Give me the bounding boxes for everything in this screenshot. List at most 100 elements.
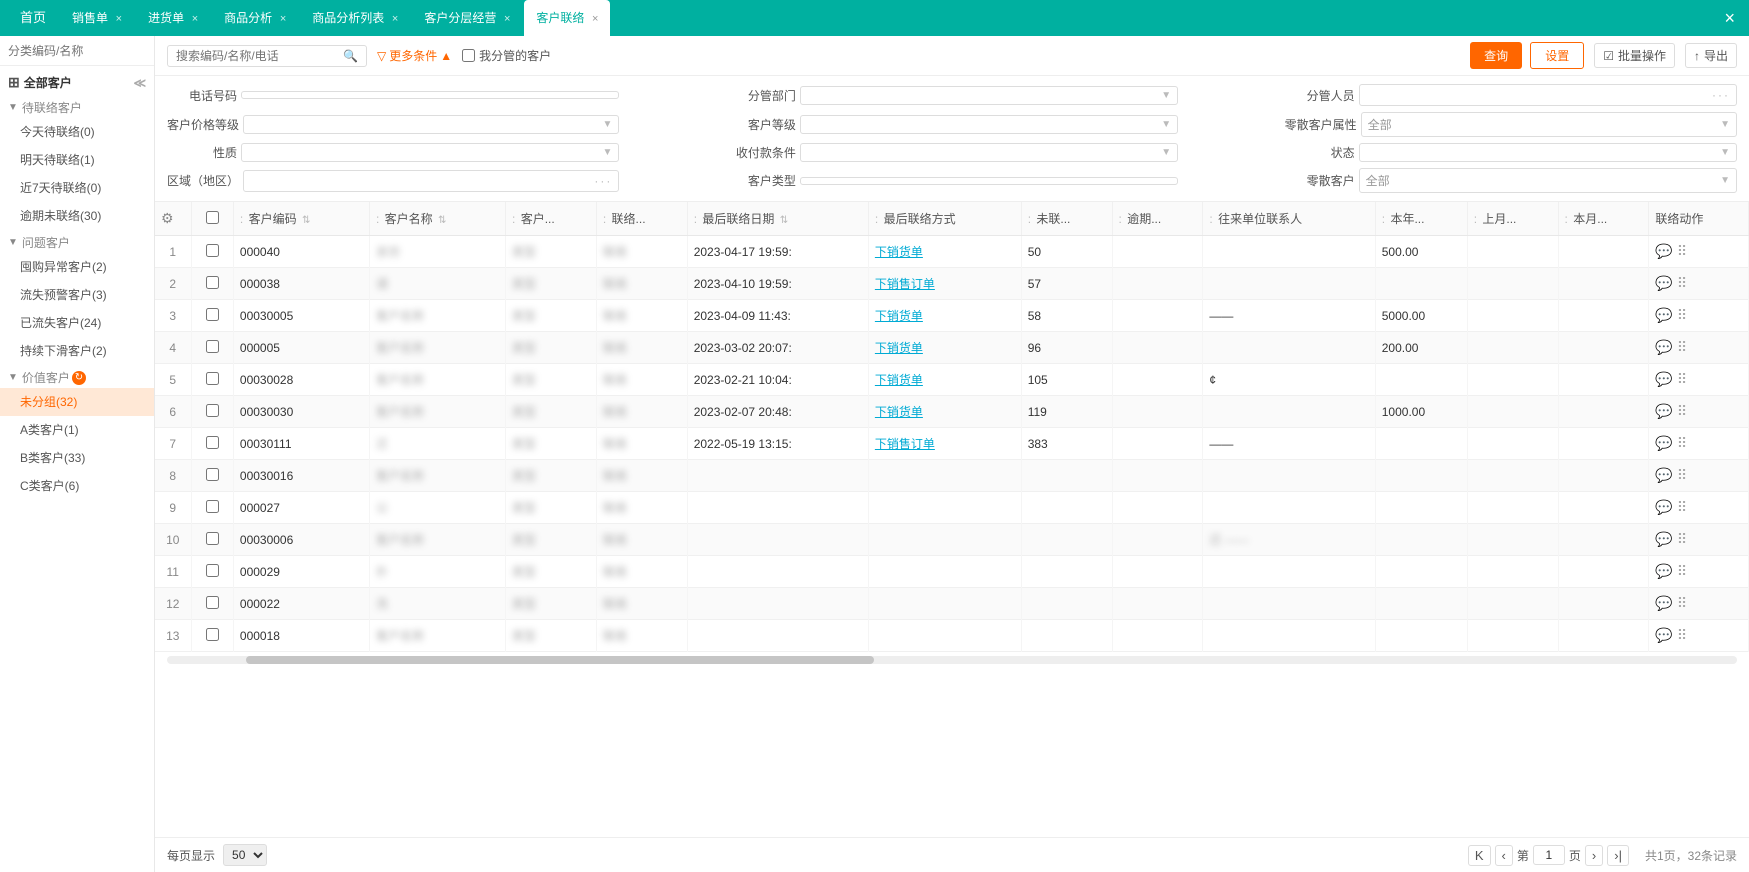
first-page-button[interactable]: K bbox=[1468, 845, 1491, 866]
sidebar-item-today-pending[interactable]: 今天待联络(0) bbox=[0, 118, 154, 146]
row-checkbox[interactable] bbox=[206, 500, 219, 513]
sidebar-search-input[interactable] bbox=[8, 44, 155, 58]
more-icon-2[interactable]: ··· bbox=[594, 174, 612, 188]
contact-action-icon[interactable]: 💬 bbox=[1655, 563, 1672, 580]
contact-action-icon[interactable]: 💬 bbox=[1655, 403, 1672, 420]
row-checkbox[interactable] bbox=[206, 340, 219, 353]
row-checkbox[interactable] bbox=[206, 244, 219, 257]
more-action-icon[interactable]: ⠿ bbox=[1677, 403, 1687, 420]
filter-customer-type-select[interactable] bbox=[800, 177, 1178, 185]
row-checkbox[interactable] bbox=[206, 308, 219, 321]
prev-page-button[interactable]: ‹ bbox=[1495, 845, 1513, 866]
last-way-link[interactable]: 下销售订单 bbox=[875, 437, 935, 451]
nav-customer-contact[interactable]: 客户联络 × bbox=[524, 0, 610, 36]
more-action-icon[interactable]: ⠿ bbox=[1677, 435, 1687, 452]
sidebar-item-lost-customers[interactable]: 已流失客户(24) bbox=[0, 309, 154, 337]
sidebar-item-tomorrow-pending[interactable]: 明天待联络(1) bbox=[0, 146, 154, 174]
group-value-customers[interactable]: ▼ 价值客户 ↻ bbox=[0, 365, 154, 388]
more-action-icon[interactable]: ⠿ bbox=[1677, 371, 1687, 388]
sidebar-item-ungrouped[interactable]: 未分组(32) bbox=[0, 388, 154, 416]
more-action-icon[interactable]: ⠿ bbox=[1677, 275, 1687, 292]
last-way-link[interactable]: 下销货单 bbox=[875, 309, 923, 323]
contact-action-icon[interactable]: 💬 bbox=[1655, 435, 1672, 452]
contact-action-icon[interactable]: 💬 bbox=[1655, 243, 1672, 260]
contact-action-icon[interactable]: 💬 bbox=[1655, 531, 1672, 548]
my-customers-check[interactable] bbox=[462, 49, 475, 62]
row-checkbox[interactable] bbox=[206, 564, 219, 577]
last-way-link[interactable]: 下销货单 bbox=[875, 341, 923, 355]
filter-phone-input[interactable] bbox=[241, 91, 619, 99]
contact-action-icon[interactable]: 💬 bbox=[1655, 339, 1672, 356]
contact-action-icon[interactable]: 💬 bbox=[1655, 467, 1672, 484]
row-checkbox[interactable] bbox=[206, 532, 219, 545]
more-action-icon[interactable]: ⠿ bbox=[1677, 243, 1687, 260]
filter-customer-tier-select[interactable]: ▼ bbox=[800, 115, 1178, 134]
more-action-icon[interactable]: ⠿ bbox=[1677, 307, 1687, 324]
page-input[interactable] bbox=[1533, 845, 1565, 865]
contact-action-icon[interactable]: 💬 bbox=[1655, 275, 1672, 292]
group-problem-customers[interactable]: ▼ 问题客户 bbox=[0, 230, 154, 253]
per-page-select[interactable]: 50 bbox=[223, 844, 267, 866]
refresh-icon[interactable]: ↻ bbox=[72, 371, 86, 385]
nav-product-list[interactable]: 商品分析列表 × bbox=[300, 0, 410, 36]
select-all-checkbox[interactable] bbox=[206, 211, 219, 224]
sidebar-item-abnormal-stock[interactable]: 囤购异常客户(2) bbox=[0, 253, 154, 281]
filter-retail-attr-select[interactable]: 全部 ▼ bbox=[1361, 112, 1737, 137]
nav-home[interactable]: 首页 bbox=[8, 0, 58, 36]
all-customers-header[interactable]: ⊞ 全部客户 ≪ bbox=[0, 66, 154, 95]
reset-button[interactable]: 设置 bbox=[1530, 42, 1584, 69]
last-way-link[interactable]: 下销售订单 bbox=[875, 277, 935, 291]
sidebar-item-class-a[interactable]: A类客户(1) bbox=[0, 416, 154, 444]
sidebar-item-class-c[interactable]: C类客户(6) bbox=[0, 472, 154, 500]
more-action-icon[interactable]: ⠿ bbox=[1677, 499, 1687, 516]
export-button[interactable]: ↑ 导出 bbox=[1685, 43, 1737, 68]
filter-nature-select[interactable]: ▼ bbox=[241, 143, 619, 162]
close-customer-contact-tab[interactable]: × bbox=[592, 13, 598, 25]
batch-ops-button[interactable]: ☑ 批量操作 bbox=[1594, 43, 1675, 68]
sidebar-item-class-b[interactable]: B类客户(33) bbox=[0, 444, 154, 472]
filter-region-select[interactable]: ··· bbox=[243, 170, 619, 192]
row-checkbox[interactable] bbox=[206, 468, 219, 481]
contact-action-icon[interactable]: 💬 bbox=[1655, 627, 1672, 644]
search-input[interactable] bbox=[176, 49, 343, 63]
next-page-button[interactable]: › bbox=[1585, 845, 1603, 866]
search-icon[interactable]: 🔍 bbox=[343, 49, 358, 63]
filter-price-tier-select[interactable]: ▼ bbox=[243, 115, 619, 134]
sort-icon[interactable]: ⇅ bbox=[302, 215, 310, 226]
contact-action-icon[interactable]: 💬 bbox=[1655, 371, 1672, 388]
last-way-link[interactable]: 下销货单 bbox=[875, 373, 923, 387]
filter-manager-select[interactable]: ··· bbox=[1359, 84, 1737, 106]
more-action-icon[interactable]: ⠿ bbox=[1677, 595, 1687, 612]
group-pending-contact[interactable]: ▼ 待联络客户 bbox=[0, 95, 154, 118]
contact-action-icon[interactable]: 💬 bbox=[1655, 307, 1672, 324]
more-action-icon[interactable]: ⠿ bbox=[1677, 339, 1687, 356]
sidebar-item-7days-pending[interactable]: 近7天待联络(0) bbox=[0, 174, 154, 202]
row-checkbox[interactable] bbox=[206, 372, 219, 385]
last-way-link[interactable]: 下销货单 bbox=[875, 245, 923, 259]
sidebar-item-declining[interactable]: 持续下滑客户(2) bbox=[0, 337, 154, 365]
my-customers-checkbox[interactable]: 我分管的客户 bbox=[462, 47, 551, 64]
filter-payment-select[interactable]: ▼ bbox=[800, 143, 1178, 162]
more-action-icon[interactable]: ⠿ bbox=[1677, 563, 1687, 580]
row-checkbox[interactable] bbox=[206, 596, 219, 609]
collapse-sidebar-icon[interactable]: ≪ bbox=[133, 76, 146, 90]
more-conditions-btn[interactable]: ▽ 更多条件 ▲ bbox=[377, 47, 452, 64]
sidebar-item-overdue-pending[interactable]: 逾期未联络(30) bbox=[0, 202, 154, 230]
last-page-button[interactable]: ›| bbox=[1607, 845, 1629, 866]
sidebar-item-loss-warning[interactable]: 流失预警客户(3) bbox=[0, 281, 154, 309]
filter-dept-select[interactable]: ▼ bbox=[800, 86, 1178, 105]
query-button[interactable]: 查询 bbox=[1470, 42, 1522, 69]
sort-icon-date[interactable]: ⇅ bbox=[780, 215, 788, 226]
last-way-link[interactable]: 下销货单 bbox=[875, 405, 923, 419]
close-customer-tier-tab[interactable]: × bbox=[504, 13, 510, 25]
contact-action-icon[interactable]: 💬 bbox=[1655, 595, 1672, 612]
nav-sales[interactable]: 销售单 × bbox=[60, 0, 134, 36]
more-action-icon[interactable]: ⠿ bbox=[1677, 531, 1687, 548]
sort-icon-name[interactable]: ⇅ bbox=[438, 215, 446, 226]
filter-retail-select[interactable]: 全部 ▼ bbox=[1359, 168, 1737, 193]
nav-customer-tier[interactable]: 客户分层经营 × bbox=[412, 0, 522, 36]
close-sales-tab[interactable]: × bbox=[116, 13, 122, 25]
row-checkbox[interactable] bbox=[206, 404, 219, 417]
settings-gear-button[interactable]: ⚙ bbox=[161, 210, 174, 227]
filter-status-select[interactable]: ▼ bbox=[1359, 143, 1737, 162]
